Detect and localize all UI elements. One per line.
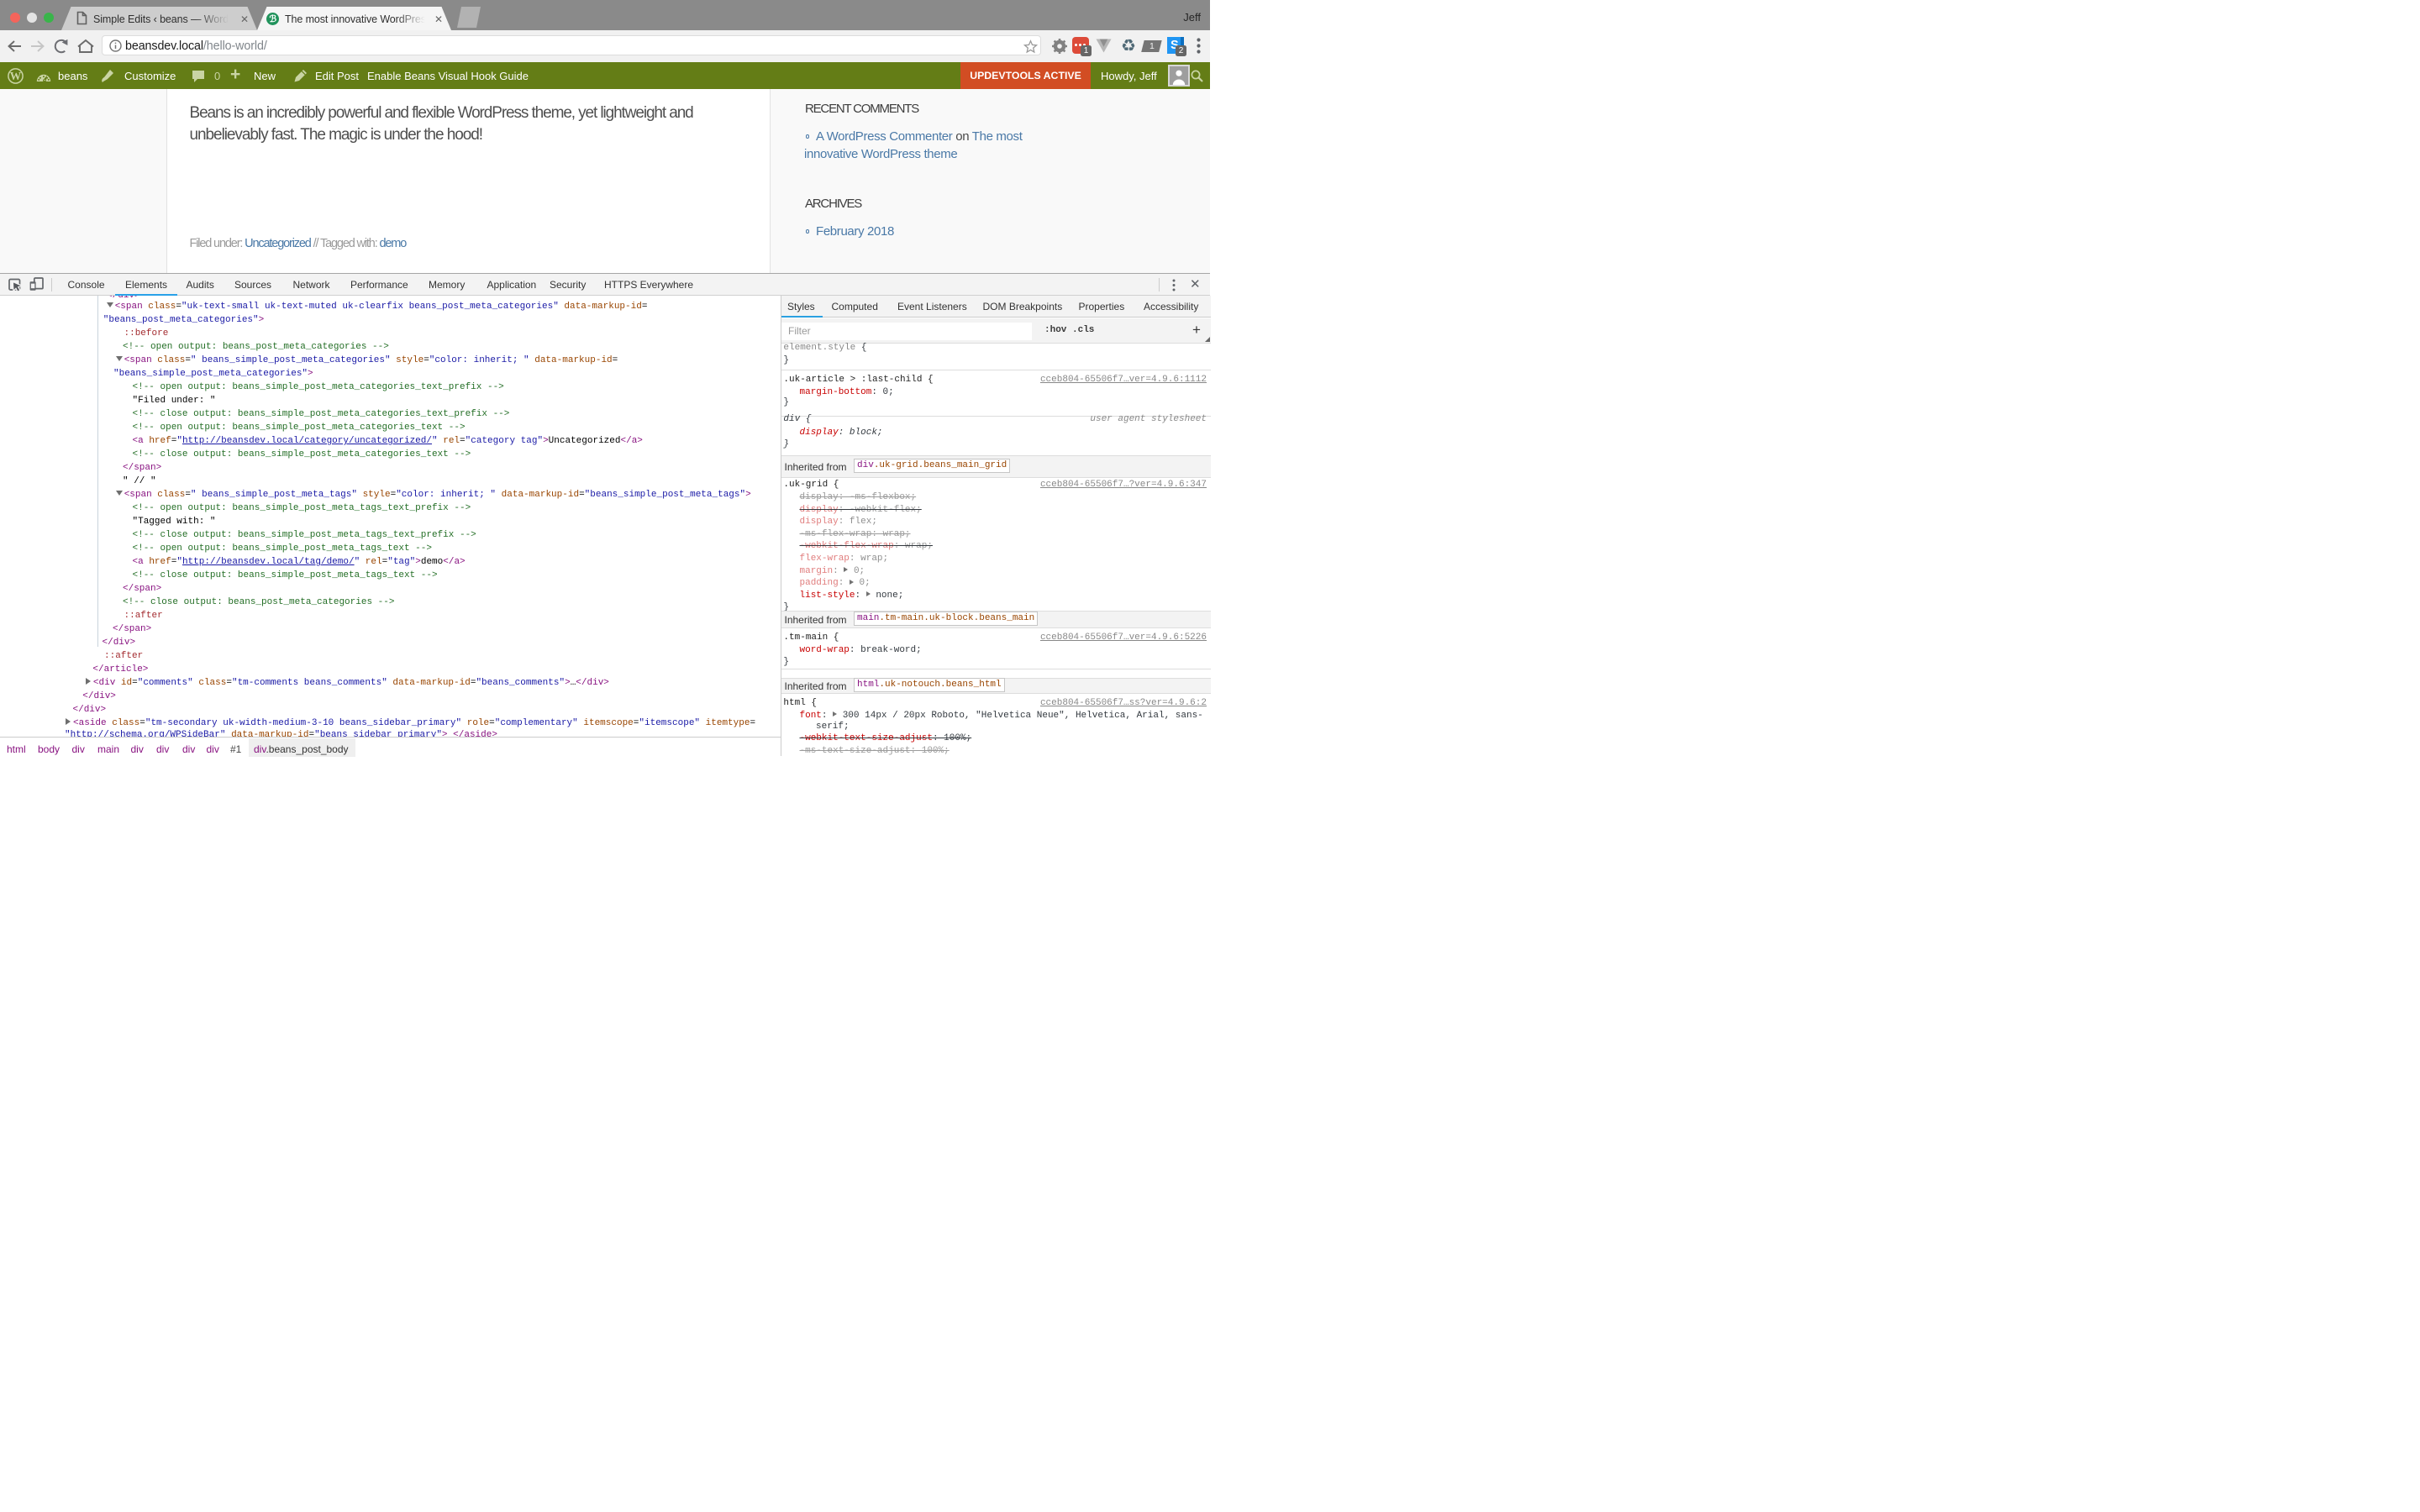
svg-text:W: W <box>10 70 22 82</box>
